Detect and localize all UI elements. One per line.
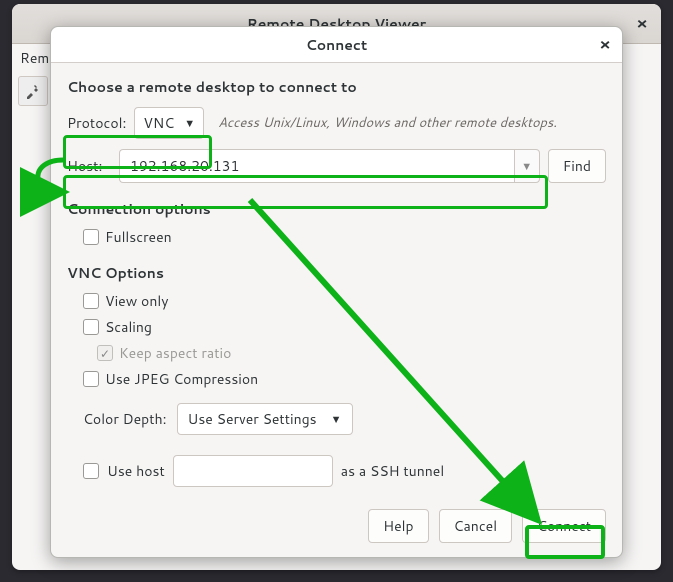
- find-label: Find: [563, 156, 591, 176]
- help-button[interactable]: Help: [368, 509, 428, 543]
- scaling-label: Scaling: [105, 317, 152, 337]
- fullscreen-checkbox[interactable]: [83, 229, 99, 245]
- cancel-label: Cancel: [454, 516, 498, 536]
- close-icon: ×: [599, 33, 610, 56]
- dialog-title: Connect: [306, 35, 368, 55]
- connection-options-title: Connection options: [67, 199, 606, 219]
- dialog-footer: Help Cancel Connect: [51, 497, 622, 557]
- plug-icon: [24, 82, 42, 100]
- menu-item-partial[interactable]: Rem: [20, 48, 49, 68]
- use-jpeg-checkbox[interactable]: [83, 371, 99, 387]
- color-depth-label: Color Depth:: [83, 409, 167, 429]
- connect-dialog: Connect × Choose a remote desktop to con…: [50, 26, 623, 558]
- chevron-down-icon: ▼: [521, 158, 532, 174]
- protocol-value: VNC: [143, 113, 174, 133]
- use-host-label: Use host: [107, 461, 165, 481]
- view-only-label: View only: [105, 291, 168, 311]
- host-input[interactable]: [119, 149, 514, 183]
- host-combo-entry: ▼: [119, 149, 540, 183]
- help-label: Help: [383, 516, 413, 536]
- find-button[interactable]: Find: [548, 149, 606, 183]
- toolbar-connect-button[interactable]: [18, 76, 48, 106]
- host-row: Host: ▼ Find: [67, 149, 606, 183]
- dialog-body: Choose a remote desktop to connect to Pr…: [51, 63, 622, 497]
- fullscreen-label: Fullscreen: [105, 227, 172, 247]
- choose-heading: Choose a remote desktop to connect to: [67, 77, 606, 97]
- connect-button[interactable]: Connect: [522, 509, 606, 543]
- connect-label: Connect: [537, 516, 591, 536]
- vnc-options-title: VNC Options: [67, 263, 606, 283]
- protocol-hint: Access Unix/Linux, Windows and other rem…: [218, 114, 557, 132]
- dialog-titlebar: Connect ×: [51, 27, 622, 63]
- color-depth-combo[interactable]: Use Server Settings ▼: [177, 403, 353, 435]
- fullscreen-row: Fullscreen: [83, 227, 606, 247]
- keep-aspect-label: Keep aspect ratio: [119, 343, 231, 363]
- chevron-down-icon: ▼: [331, 411, 342, 427]
- protocol-row: Protocol: VNC ▼ Access Unix/Linux, Windo…: [67, 107, 606, 139]
- main-close-button[interactable]: ×: [629, 10, 655, 36]
- keep-aspect-checkbox: [97, 345, 113, 361]
- host-label: Host:: [67, 156, 111, 176]
- view-only-checkbox[interactable]: [83, 293, 99, 309]
- protocol-label: Protocol:: [67, 113, 126, 133]
- ssh-tunnel-row: Use host as a SSH tunnel: [83, 455, 606, 487]
- close-icon: ×: [636, 12, 647, 35]
- chevron-down-icon: ▼: [184, 115, 195, 131]
- host-dropdown-button[interactable]: ▼: [514, 149, 540, 183]
- color-depth-value: Use Server Settings: [188, 409, 317, 429]
- ssh-tunnel-suffix: as a SSH tunnel: [341, 461, 444, 481]
- use-host-checkbox[interactable]: [83, 463, 99, 479]
- dialog-close-button[interactable]: ×: [592, 31, 618, 57]
- ssh-host-input[interactable]: [173, 455, 333, 487]
- cancel-button[interactable]: Cancel: [439, 509, 513, 543]
- protocol-combo[interactable]: VNC ▼: [134, 107, 204, 139]
- color-depth-row: Color Depth: Use Server Settings ▼: [83, 403, 606, 435]
- scaling-checkbox[interactable]: [83, 319, 99, 335]
- use-jpeg-label: Use JPEG Compression: [105, 369, 258, 389]
